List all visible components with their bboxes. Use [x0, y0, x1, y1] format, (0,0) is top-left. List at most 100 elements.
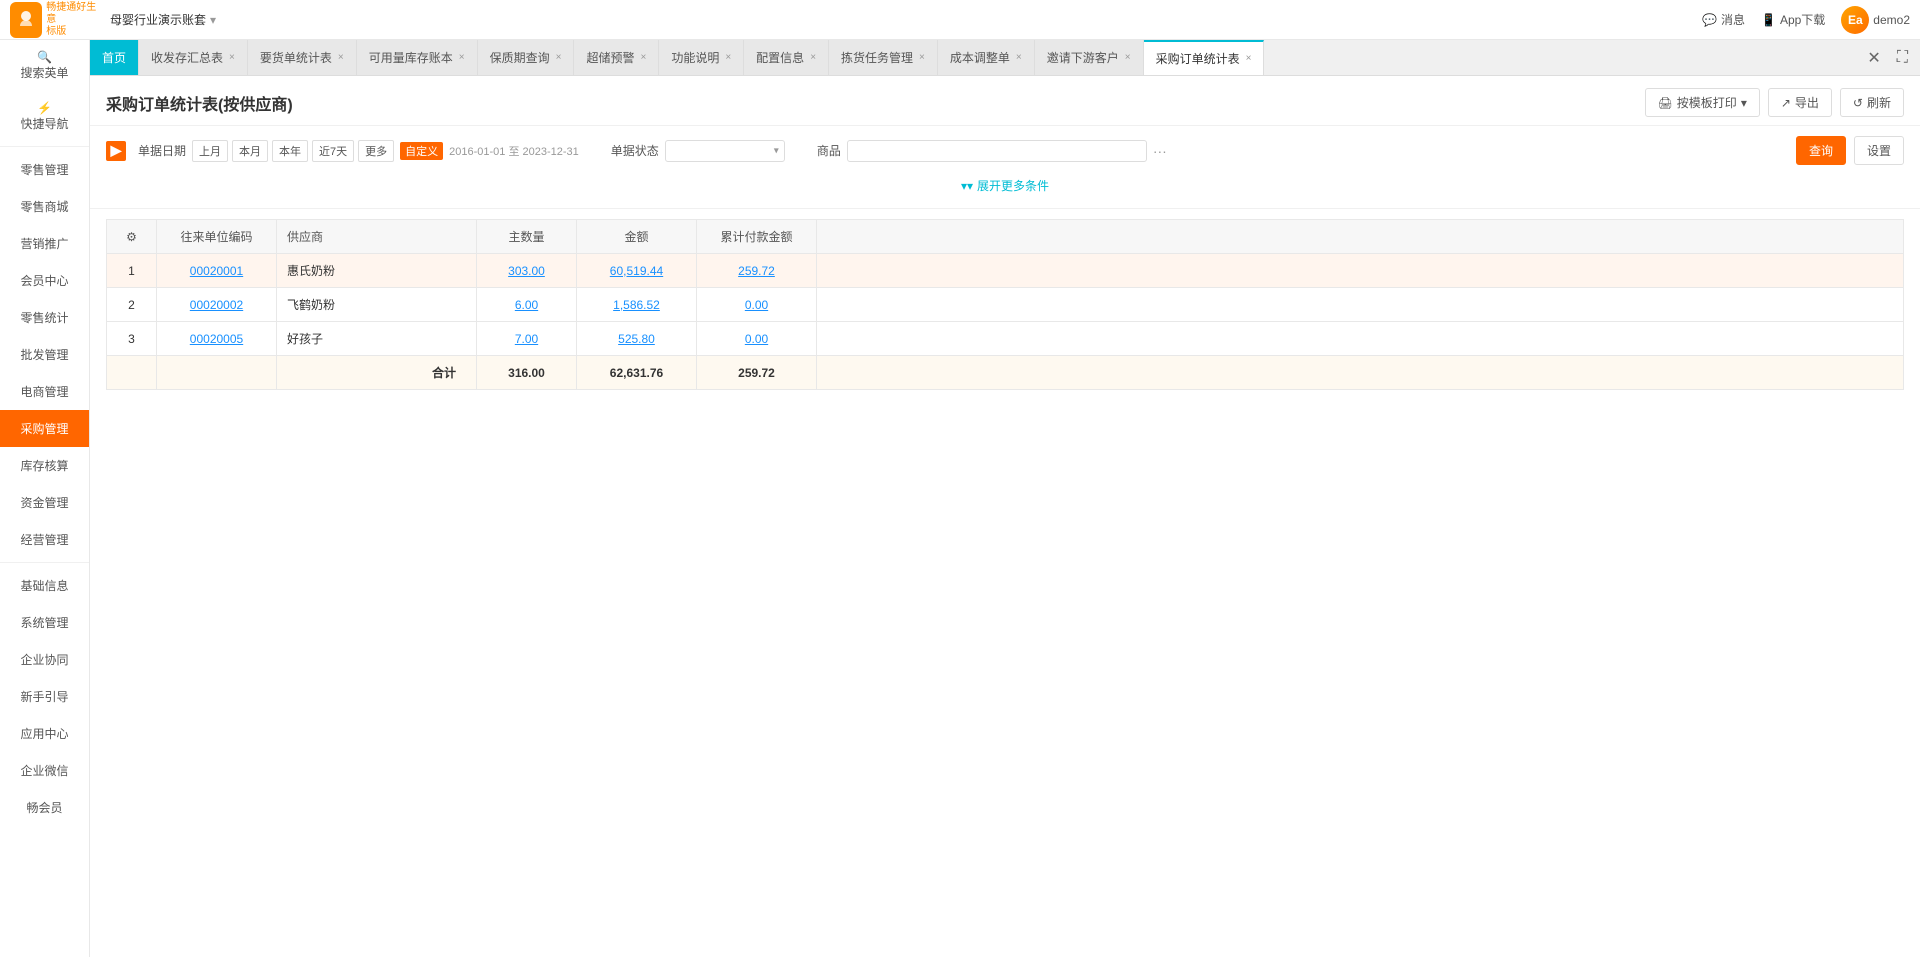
filter-row-1: ▶ 单据日期 上月 本月 本年 近7天 更多 自定义 2016-01-01 至 …: [106, 136, 1904, 165]
date-filter: 单据日期 上月 本月 本年 近7天 更多 自定义 2016-01-01 至 20…: [138, 140, 579, 162]
tab-actions: ✕ ⛶: [1855, 46, 1920, 70]
sidebar-item-ecommerce[interactable]: 电商管理: [0, 373, 89, 410]
sidebar-item-basic[interactable]: 基础信息: [0, 567, 89, 604]
row-amount[interactable]: 1,586.52: [577, 288, 697, 322]
tab-purchase-order-stats[interactable]: 采购订单统计表 ×: [1144, 40, 1265, 76]
logo-area: 畅捷通好生意 标版: [10, 2, 100, 38]
sidebar-item-appcenter[interactable]: 应用中心: [0, 715, 89, 752]
filter-toggle-btn[interactable]: ▶: [106, 141, 126, 161]
row-qty[interactable]: 7.00: [477, 322, 577, 356]
export-btn[interactable]: ↗ 导出: [1768, 88, 1832, 117]
shortcut-7days[interactable]: 近7天: [312, 140, 354, 162]
chevron-down-icon: ▾: [1741, 96, 1747, 110]
tab-home[interactable]: 首页: [90, 40, 139, 76]
sidebar-item-member[interactable]: 会员中心: [0, 262, 89, 299]
sidebar-item-wholesale[interactable]: 批发管理: [0, 336, 89, 373]
shortcut-this-year[interactable]: 本年: [272, 140, 308, 162]
tab-close-icon[interactable]: ×: [725, 52, 731, 63]
settings-btn[interactable]: 设置: [1854, 136, 1904, 165]
tab-cost-adjust[interactable]: 成本调整单 ×: [938, 40, 1035, 76]
query-btn[interactable]: 查询: [1796, 136, 1846, 165]
sidebar-item-retail-shop[interactable]: 零售商城: [0, 188, 89, 225]
col-header-amount: 金额: [577, 220, 697, 254]
footer-empty-3: [817, 356, 1904, 390]
col-header-qty: 主数量: [477, 220, 577, 254]
user-area[interactable]: Ea demo2: [1841, 6, 1910, 34]
row-code[interactable]: 00020001: [157, 254, 277, 288]
sidebar-item-marketing[interactable]: 营销推广: [0, 225, 89, 262]
col-header-settings: ⚙: [107, 220, 157, 254]
sidebar-item-retail-stat[interactable]: 零售统计: [0, 299, 89, 336]
avatar: Ea: [1841, 6, 1869, 34]
row-paid[interactable]: 0.00: [697, 322, 817, 356]
row-code[interactable]: 00020005: [157, 322, 277, 356]
refresh-btn[interactable]: ↺ 刷新: [1840, 88, 1904, 117]
row-amount[interactable]: 525.80: [577, 322, 697, 356]
column-settings-icon[interactable]: ⚙: [126, 230, 137, 244]
tab-close-icon[interactable]: ×: [229, 52, 235, 63]
sidebar-item-inventory[interactable]: 库存核算: [0, 447, 89, 484]
sidebar-item-quick-nav[interactable]: ⚡ 快捷导航: [0, 91, 89, 142]
row-code[interactable]: 00020002: [157, 288, 277, 322]
tab-close-icon[interactable]: ×: [338, 52, 344, 63]
tab-receive-summary[interactable]: 收发存汇总表 ×: [139, 40, 248, 76]
tab-close-icon[interactable]: ×: [1246, 53, 1252, 64]
sidebar-item-finance[interactable]: 资金管理: [0, 484, 89, 521]
tab-expiry-query[interactable]: 保质期查询 ×: [478, 40, 575, 76]
sidebar-item-search[interactable]: 🔍 搜索英单: [0, 40, 89, 91]
shortcut-last-month[interactable]: 上月: [192, 140, 228, 162]
shortcut-more[interactable]: 更多: [358, 140, 394, 162]
message-btn[interactable]: 💬 消息: [1702, 11, 1745, 28]
tab-stocking-task[interactable]: 拣货任务管理 ×: [829, 40, 938, 76]
shortcut-this-month[interactable]: 本月: [232, 140, 268, 162]
sidebar-item-business[interactable]: 经营管理: [0, 521, 89, 558]
date-range: 2016-01-01 至 2023-12-31: [449, 143, 579, 159]
tab-close-icon[interactable]: ×: [459, 52, 465, 63]
app-download-btn[interactable]: 📱 App下载: [1761, 11, 1825, 28]
row-paid[interactable]: 259.72: [697, 254, 817, 288]
maximize-btn[interactable]: ⛶: [1893, 47, 1912, 69]
tab-close-icon[interactable]: ×: [810, 52, 816, 63]
tab-close-icon[interactable]: ×: [919, 52, 925, 63]
product-label: 商品: [817, 142, 841, 159]
tab-invite-downstream[interactable]: 邀请下游客户 ×: [1035, 40, 1144, 76]
more-options-icon[interactable]: ···: [1153, 143, 1167, 159]
tab-available-inventory[interactable]: 可用量库存账本 ×: [357, 40, 478, 76]
logo-icon: [10, 2, 42, 38]
footer-amount: 62,631.76: [577, 356, 697, 390]
breadcrumb-text: 母婴行业演示账套: [110, 11, 206, 28]
row-paid[interactable]: 0.00: [697, 288, 817, 322]
sidebar-item-newguide[interactable]: 新手引导: [0, 678, 89, 715]
row-supplier: 飞鹤奶粉: [277, 288, 477, 322]
expand-icon: ▾▾: [961, 179, 973, 193]
row-qty[interactable]: 6.00: [477, 288, 577, 322]
export-icon: ↗: [1781, 96, 1791, 110]
tab-function-desc[interactable]: 功能说明 ×: [659, 40, 744, 76]
sidebar-item-retail[interactable]: 零售管理: [0, 151, 89, 188]
main-layout: 🔍 搜索英单 ⚡ 快捷导航 零售管理 零售商城 营销推广 会员中心 零售统计 批…: [0, 40, 1920, 957]
sidebar-item-system[interactable]: 系统管理: [0, 604, 89, 641]
print-btn[interactable]: 🖨 按模板打印 ▾: [1645, 88, 1760, 117]
tab-close-icon[interactable]: ×: [556, 52, 562, 63]
breadcrumb[interactable]: 母婴行业演示账套 ▾: [100, 11, 1702, 28]
tab-config[interactable]: 配置信息 ×: [744, 40, 829, 76]
close-window-btn[interactable]: ✕: [1863, 46, 1884, 70]
product-input[interactable]: [847, 140, 1147, 162]
filter-area: ▶ 单据日期 上月 本月 本年 近7天 更多 自定义 2016-01-01 至 …: [90, 126, 1920, 209]
expand-conditions-btn[interactable]: ▾▾ 展开更多条件: [961, 173, 1049, 198]
sidebar-item-enterprise-wechat[interactable]: 企业微信: [0, 752, 89, 789]
status-select[interactable]: [665, 140, 785, 162]
sidebar-item-enterprise[interactable]: 企业协同: [0, 641, 89, 678]
message-icon: 💬: [1702, 13, 1717, 27]
tab-demand-stats[interactable]: 要货单统计表 ×: [248, 40, 357, 76]
tab-close-icon[interactable]: ×: [1125, 52, 1131, 63]
tab-close-icon[interactable]: ×: [1016, 52, 1022, 63]
row-amount[interactable]: 60,519.44: [577, 254, 697, 288]
tab-overstock[interactable]: 超储预警 ×: [574, 40, 659, 76]
tab-close-icon[interactable]: ×: [640, 52, 646, 63]
col-header-code: 往来单位编码: [157, 220, 277, 254]
sidebar-item-purchase[interactable]: 采购管理: [0, 410, 89, 447]
sidebar-item-vip[interactable]: 畅会员: [0, 789, 89, 826]
search-icon: 🔍: [0, 50, 89, 64]
row-qty[interactable]: 303.00: [477, 254, 577, 288]
